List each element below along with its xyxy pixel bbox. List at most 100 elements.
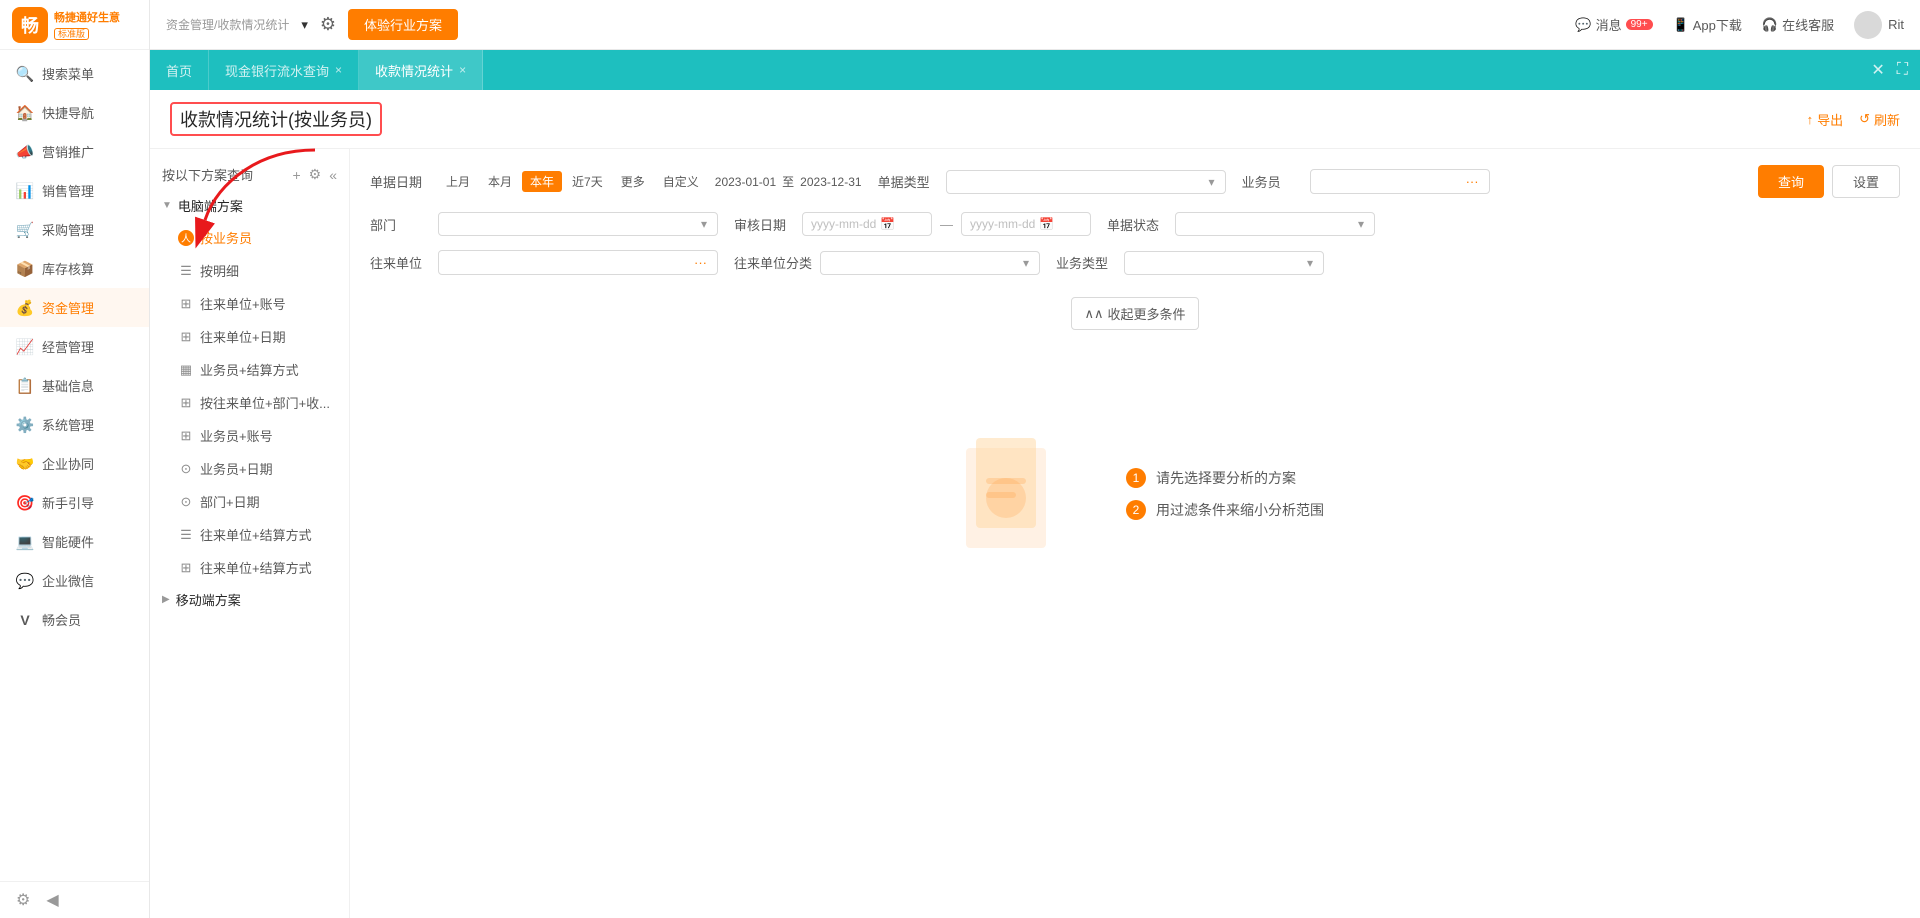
biztype-select[interactable]: ▾	[1124, 251, 1324, 275]
sidebar-item-label: 新手引导	[42, 493, 94, 512]
dept-date-icon: ⊙	[178, 494, 194, 510]
date-tab-thisyear[interactable]: 本年	[522, 171, 562, 192]
scheme-item-partner-dept[interactable]: ⊞ 按往来单位+部门+收...	[150, 386, 349, 419]
export-button[interactable]: ↑ 导出	[1807, 110, 1844, 129]
sidebar-item-marketing[interactable]: 📣 营销推广	[0, 132, 149, 171]
collapse-button[interactable]: ∧∧ 收起更多条件	[1071, 297, 1198, 330]
tab-expand-icon[interactable]: ⛶	[1897, 61, 1908, 79]
logo-info: 畅捷通好生意 标准版	[54, 9, 120, 40]
sidebar-item-label: 智能硬件	[42, 532, 94, 551]
partner-select[interactable]: ···	[438, 250, 718, 275]
sidebar-item-label: 快捷导航	[42, 103, 94, 122]
partner-category-label: 往来单位分类	[734, 253, 812, 272]
sidebar-item-baseinfo[interactable]: 📋 基础信息	[0, 366, 149, 405]
tab-bank-flow-label: 现金银行流水查询	[225, 61, 329, 80]
sidebar-item-enterprise[interactable]: 🤝 企业协同	[0, 444, 149, 483]
panel-collapse-icon[interactable]: «	[329, 167, 337, 183]
sidebar-item-wechat[interactable]: 💬 企业微信	[0, 561, 149, 600]
biztype-chevron-icon: ▾	[1307, 256, 1313, 270]
service-label: 在线客服	[1782, 15, 1834, 34]
scheme-item-partner-calc2[interactable]: ⊞ 往来单位+结算方式	[150, 551, 349, 584]
sidebar-item-smarthw[interactable]: 💻 智能硬件	[0, 522, 149, 561]
refresh-label: 刷新	[1874, 110, 1900, 129]
scheme-item-partner-date[interactable]: ⊞ 往来单位+日期	[150, 320, 349, 353]
partner-more-dots[interactable]: ···	[694, 255, 707, 270]
dept-chevron-icon: ▾	[701, 217, 707, 231]
dept-select[interactable]: ▾	[438, 212, 718, 236]
enterprise-icon: 🤝	[16, 455, 34, 473]
refresh-icon: ↺	[1859, 111, 1870, 127]
tab-close-all-icon[interactable]: ✕	[1871, 60, 1884, 80]
review-date-end[interactable]: yyyy-mm-dd 📅	[961, 212, 1091, 236]
empty-content: 1 请先选择要分析的方案 2 用过滤条件来缩小分析范围	[946, 418, 1324, 582]
panel-settings-icon[interactable]: ⚙	[309, 166, 322, 183]
scheme-item-salesman-date[interactable]: ⊙ 业务员+日期	[150, 452, 349, 485]
finance-icon: 💰	[16, 299, 34, 317]
partner-calc2-icon: ⊞	[178, 560, 194, 576]
sidebar-item-finance[interactable]: 💰 资金管理	[0, 288, 149, 327]
filter-row-1: 单据日期 上月 本月 本年 近7天 更多 自定义 2023-01-01 至	[370, 165, 1900, 198]
scheme-item-by-detail[interactable]: ☰ 按明细	[150, 254, 349, 287]
message-btn[interactable]: 💬 消息 99+	[1575, 15, 1652, 34]
guide-icon: 🎯	[16, 494, 34, 512]
date-tab-7days[interactable]: 近7天	[564, 171, 611, 192]
refresh-button[interactable]: ↺ 刷新	[1859, 110, 1900, 129]
date-label: 单据日期	[370, 172, 430, 191]
tab-bank-flow[interactable]: 现金银行流水查询 ×	[209, 50, 359, 90]
salesman-label: 业务员	[1242, 172, 1302, 191]
system-icon: ⚙️	[16, 416, 34, 434]
header-dropdown[interactable]: ▾	[301, 17, 308, 33]
salesman-select[interactable]: ···	[1310, 169, 1490, 194]
sidebar-settings-icon[interactable]: ⚙	[16, 890, 30, 910]
sidebar-item-search[interactable]: 🔍 搜索菜单	[0, 54, 149, 93]
sidebar-item-member[interactable]: V 畅会员	[0, 600, 149, 639]
trial-button[interactable]: 体验行业方案	[348, 9, 458, 40]
scheme-item-partner-account[interactable]: ⊞ 往来单位+账号	[150, 287, 349, 320]
date-tab-more[interactable]: 更多	[613, 171, 653, 192]
partner-cat-chevron-icon: ▾	[1023, 256, 1029, 270]
review-date-start[interactable]: yyyy-mm-dd 📅	[802, 212, 932, 236]
mobile-scheme-toggle[interactable]: ▶ 移动端方案	[150, 584, 349, 615]
user-profile[interactable]: Rit	[1854, 11, 1904, 39]
doctype-select[interactable]: ▾	[946, 170, 1226, 194]
scheme-item-dept-date[interactable]: ⊙ 部门+日期	[150, 485, 349, 518]
sidebar-item-label: 采购管理	[42, 220, 94, 239]
sidebar-item-label: 营销推广	[42, 142, 94, 161]
scheme-item-partner-calc[interactable]: ☰ 往来单位+结算方式	[150, 518, 349, 551]
sidebar-item-inventory[interactable]: 📦 库存核算	[0, 249, 149, 288]
desktop-scheme-toggle[interactable]: ▼ 电脑端方案	[150, 190, 349, 221]
content-area: 按以下方案查询 + ⚙ « ▼ 电脑端方案 人 按业务员 ☰ 按	[150, 149, 1920, 918]
breadcrumb: 资金管理/收款情况统计	[166, 16, 289, 33]
date-tab-lastmonth[interactable]: 上月	[438, 171, 478, 192]
query-button[interactable]: 查询	[1758, 165, 1824, 198]
scheme-item-by-salesman[interactable]: 人 按业务员	[150, 221, 349, 254]
salesman-more-dots[interactable]: ···	[1466, 174, 1479, 189]
date-tab-custom[interactable]: 自定义	[655, 171, 707, 192]
tab-bank-flow-close[interactable]: ×	[335, 63, 342, 77]
panel-add-icon[interactable]: +	[292, 167, 300, 183]
tab-receipt-stats[interactable]: 收款情况统计 ×	[359, 50, 483, 90]
step-2-num: 2	[1126, 500, 1146, 520]
tab-receipt-close[interactable]: ×	[459, 63, 466, 77]
tab-home[interactable]: 首页	[150, 50, 209, 90]
sidebar-item-system[interactable]: ⚙️ 系统管理	[0, 405, 149, 444]
header-settings-icon[interactable]: ⚙	[320, 14, 336, 35]
date-tab-thismonth[interactable]: 本月	[480, 171, 520, 192]
calendar-icon: 📅	[880, 217, 895, 231]
scheme-item-salesman-account[interactable]: ⊞ 业务员+账号	[150, 419, 349, 452]
sidebar-collapse-icon[interactable]: ◀	[46, 890, 58, 910]
baseinfo-icon: 📋	[16, 377, 34, 395]
sidebar-item-guide[interactable]: 🎯 新手引导	[0, 483, 149, 522]
partner-category-select[interactable]: ▾	[820, 251, 1040, 275]
sidebar-item-operations[interactable]: 📈 经营管理	[0, 327, 149, 366]
sidebar-item-quicknav[interactable]: 🏠 快捷导航	[0, 93, 149, 132]
app-download-btn[interactable]: 📱 App下载	[1673, 15, 1742, 34]
settings-button[interactable]: 设置	[1832, 165, 1900, 198]
sidebar-item-sales[interactable]: 📊 销售管理	[0, 171, 149, 210]
customer-service-btn[interactable]: 🎧 在线客服	[1762, 15, 1834, 34]
docstatus-select[interactable]: ▾	[1175, 212, 1375, 236]
panel-header: 按以下方案查询 + ⚙ «	[150, 159, 349, 190]
scheme-item-salesman-calc[interactable]: ▦ 业务员+结算方式	[150, 353, 349, 386]
empty-state: 1 请先选择要分析的方案 2 用过滤条件来缩小分析范围	[350, 358, 1920, 642]
sidebar-item-purchase[interactable]: 🛒 采购管理	[0, 210, 149, 249]
